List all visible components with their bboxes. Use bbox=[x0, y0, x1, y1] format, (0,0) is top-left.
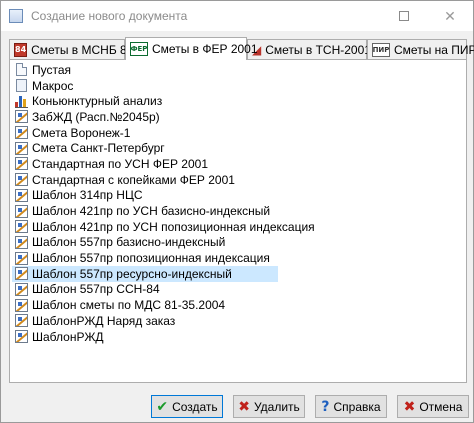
list-item[interactable]: ЗабЖД (Расп.№2045р) bbox=[12, 109, 278, 125]
msnb-84-icon: 84 bbox=[14, 42, 28, 57]
template-icon bbox=[14, 282, 28, 296]
list-item-label: Шаблон 421пр по УСН попозиционная индекс… bbox=[32, 219, 315, 234]
tab-pir[interactable]: ПИР Сметы на ПИР bbox=[367, 39, 474, 59]
list-item-label: Шаблон 557пр попозиционная индексация bbox=[32, 251, 270, 266]
list-item-label: Шаблон 557пр базисно-индексный bbox=[32, 235, 226, 250]
create-button-label: Создать bbox=[172, 399, 218, 414]
list-item-label: Стандартная по УСН ФЕР 2001 bbox=[32, 156, 208, 171]
delete-icon: ✖ bbox=[238, 398, 250, 415]
help-button-label: Справка bbox=[333, 399, 381, 414]
list-item[interactable]: Шаблон 314пр НЦС bbox=[12, 188, 278, 204]
cancel-button-label: Отмена bbox=[419, 399, 463, 414]
maximize-button[interactable] bbox=[381, 1, 427, 31]
fer-icon: ФЕР bbox=[130, 42, 148, 56]
list-item-label: Шаблон 557пр ресурсно-индексный bbox=[32, 266, 232, 281]
template-icon bbox=[14, 173, 28, 187]
list-item[interactable]: Шаблон сметы по МДС 81-35.2004 bbox=[12, 297, 278, 313]
template-icon bbox=[14, 235, 28, 249]
template-icon bbox=[14, 330, 28, 344]
template-icon bbox=[14, 314, 28, 328]
list-item-label: Макрос bbox=[32, 78, 74, 93]
delete-button[interactable]: ✖ Удалить bbox=[233, 395, 305, 418]
template-icon bbox=[14, 251, 28, 265]
delete-button-label: Удалить bbox=[253, 399, 300, 414]
tab-label: Сметы в ФЕР 2001 bbox=[152, 42, 258, 56]
list-item[interactable]: Смета Воронеж-1 bbox=[12, 125, 278, 141]
title-bar: Создание нового документа ✕ bbox=[1, 1, 473, 31]
list-item[interactable]: ШаблонРЖД Наряд заказ bbox=[12, 313, 278, 329]
template-icon bbox=[14, 110, 28, 124]
template-icon bbox=[14, 126, 28, 140]
tab-msnb-84[interactable]: 84 Сметы в МСНБ 84 bbox=[9, 39, 133, 59]
template-icon bbox=[14, 157, 28, 171]
cancel-button[interactable]: ✖ Отмена bbox=[397, 395, 469, 418]
list-item-label: Коньюнктурный анализ bbox=[32, 94, 163, 109]
template-icon bbox=[14, 204, 28, 218]
template-list-panel: Пустая Макрос Коньюнктурный анализ ЗабЖД… bbox=[9, 59, 467, 383]
list-item-label: Шаблон 557пр ССН-84 bbox=[32, 282, 160, 297]
help-icon: ? bbox=[321, 398, 330, 415]
list-item[interactable]: Шаблон 557пр попозиционная индексация bbox=[12, 250, 278, 266]
maximize-icon bbox=[399, 11, 409, 21]
list-item-label: Шаблон 421пр по УСН базисно-индексный bbox=[32, 204, 271, 219]
window-title: Создание нового документа bbox=[31, 9, 188, 23]
macro-icon bbox=[14, 79, 28, 93]
list-item[interactable]: Коньюнктурный анализ bbox=[12, 93, 278, 109]
list-item-selected[interactable]: Шаблон 557пр ресурсно-индексный bbox=[12, 265, 278, 282]
chart-icon bbox=[14, 94, 28, 108]
tab-fer-2001[interactable]: ФЕР Сметы в ФЕР 2001 bbox=[125, 37, 258, 60]
list-item-label: ЗабЖД (Расп.№2045р) bbox=[32, 109, 160, 124]
check-icon: ✔ bbox=[156, 398, 169, 415]
tab-label: Сметы в ТСН-2001 bbox=[265, 42, 371, 57]
help-button[interactable]: ? Справка bbox=[315, 395, 387, 418]
close-button[interactable]: ✕ bbox=[427, 1, 473, 31]
tab-tsn-2001[interactable]: ◢ Сметы в ТСН-2001 bbox=[247, 39, 371, 59]
template-icon bbox=[14, 188, 28, 202]
list-item-label: Стандартная с копейками ФЕР 2001 bbox=[32, 172, 235, 187]
list-item-label: Смета Санкт-Петербург bbox=[32, 141, 165, 156]
list-item-label: ШаблонРЖД Наряд заказ bbox=[32, 313, 176, 328]
close-icon: ✕ bbox=[444, 7, 456, 24]
list-item[interactable]: ШаблонРЖД bbox=[12, 329, 278, 345]
template-icon bbox=[14, 298, 28, 312]
list-item-label: Шаблон 314пр НЦС bbox=[32, 188, 143, 203]
list-item[interactable]: Стандартная с копейками ФЕР 2001 bbox=[12, 172, 278, 188]
tab-label: Сметы в МСНБ 84 bbox=[31, 42, 134, 57]
template-icon bbox=[14, 267, 28, 281]
create-button[interactable]: ✔ Создать bbox=[151, 395, 223, 418]
list-item-label: ШаблонРЖД bbox=[32, 329, 104, 344]
app-icon bbox=[9, 9, 23, 23]
cancel-icon: ✖ bbox=[403, 398, 416, 415]
list-item[interactable]: Макрос bbox=[12, 78, 278, 94]
template-icon bbox=[14, 220, 28, 234]
list-item-label: Пустая bbox=[32, 62, 72, 77]
tab-label: Сметы на ПИР bbox=[394, 42, 474, 57]
list-item[interactable]: Стандартная по УСН ФЕР 2001 bbox=[12, 156, 278, 172]
template-list[interactable]: Пустая Макрос Коньюнктурный анализ ЗабЖД… bbox=[12, 62, 464, 344]
list-item[interactable]: Смета Санкт-Петербург bbox=[12, 140, 278, 156]
list-item-label: Смета Воронеж-1 bbox=[32, 125, 131, 140]
list-item-label: Шаблон сметы по МДС 81-35.2004 bbox=[32, 298, 226, 313]
list-item[interactable]: Шаблон 557пр ССН-84 bbox=[12, 282, 278, 298]
list-item[interactable]: Шаблон 557пр базисно-индексный bbox=[12, 235, 278, 251]
template-icon bbox=[14, 141, 28, 155]
tab-strip: 84 Сметы в МСНБ 84 ФЕР Сметы в ФЕР 2001 … bbox=[9, 37, 474, 60]
list-item[interactable]: Шаблон 421пр по УСН базисно-индексный bbox=[12, 203, 278, 219]
blank-document-icon bbox=[14, 63, 28, 77]
list-item[interactable]: Пустая bbox=[12, 62, 278, 78]
pir-icon: ПИР bbox=[372, 42, 390, 57]
list-item[interactable]: Шаблон 421пр по УСН попозиционная индекс… bbox=[12, 219, 315, 235]
new-document-dialog: Создание нового документа ✕ 84 Сметы в М… bbox=[0, 0, 474, 423]
